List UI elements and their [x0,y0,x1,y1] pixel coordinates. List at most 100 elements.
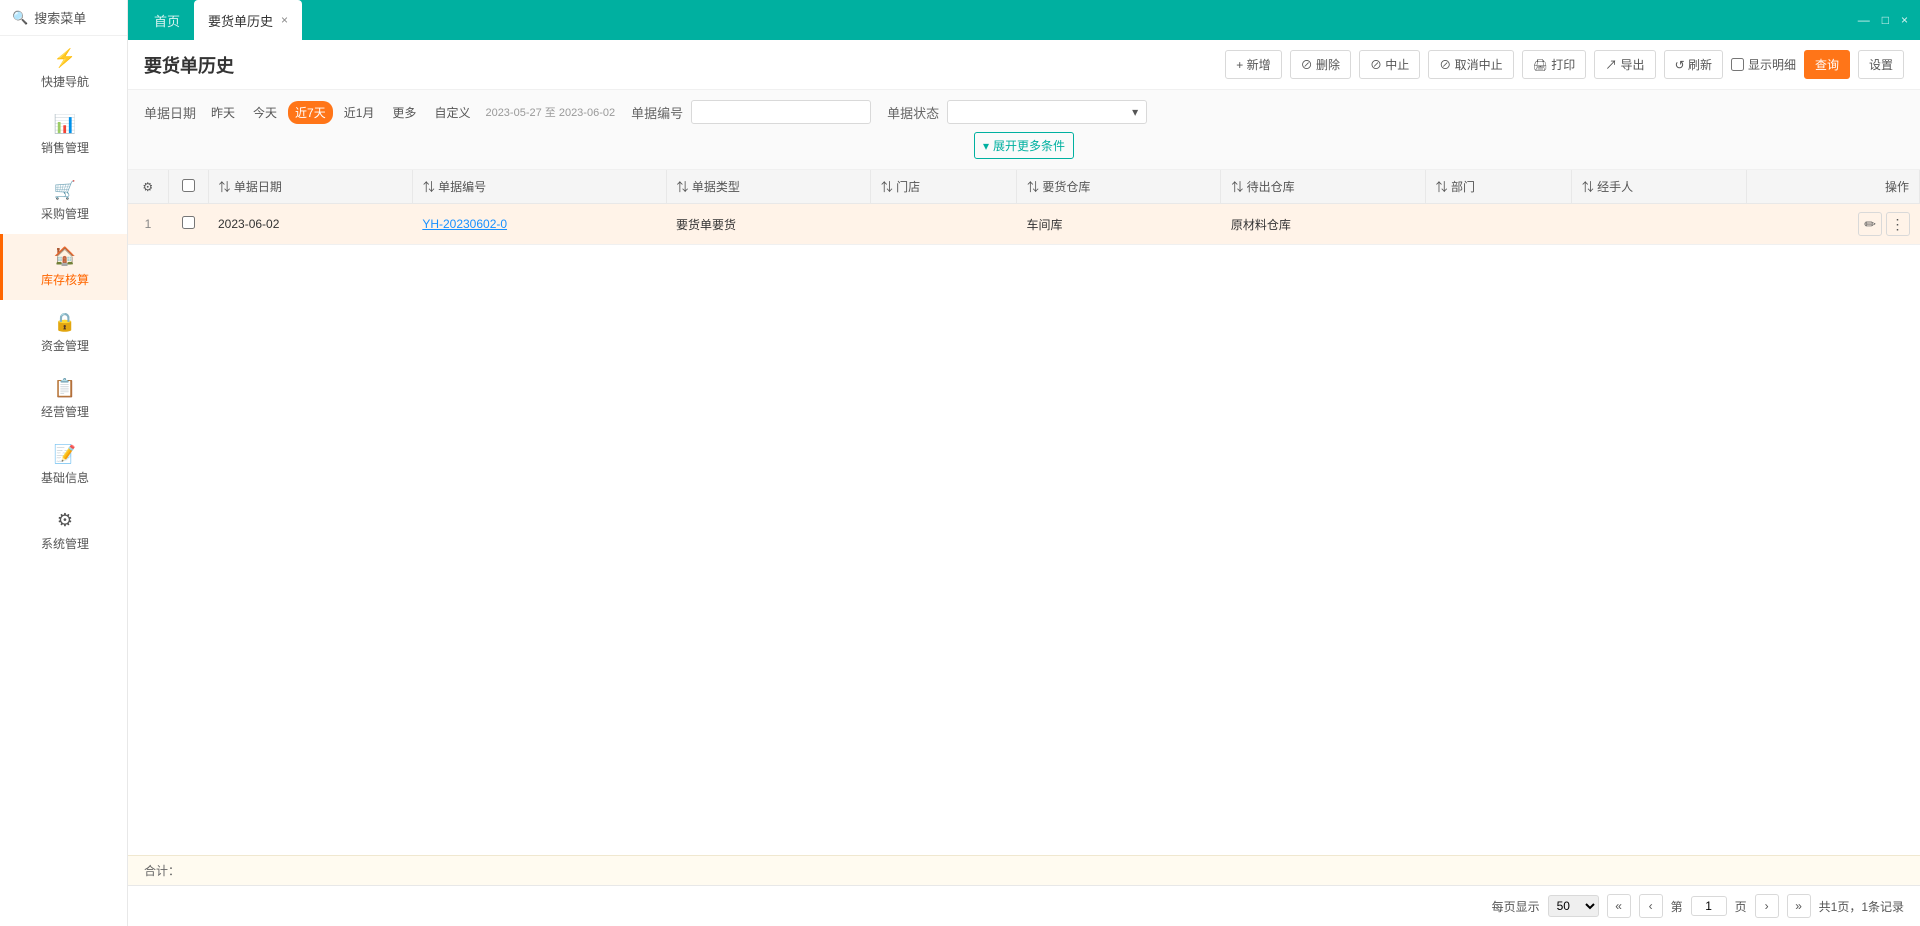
filter-row-2: ▾ 展开更多条件 [144,132,1904,159]
tab-close-btn[interactable]: × [281,13,288,27]
page-number-input[interactable] [1691,896,1727,916]
cancel-stop-button[interactable]: ⊘ 取消中止 [1428,50,1513,79]
nav-icon-sales: 📊 [54,114,76,135]
sidebar-item-basic[interactable]: 📝 基础信息 [0,432,127,498]
date-btn-自定义[interactable]: 自定义 [427,101,477,124]
row-edit-btn[interactable]: ✏ [1858,212,1882,236]
topbar-close-btn[interactable]: × [1901,13,1908,27]
stop-button[interactable]: ⊘ 中止 [1359,50,1420,79]
sidebar-search[interactable]: 🔍 搜索菜单 [0,0,127,36]
export-button[interactable]: ↗ 导出 [1594,50,1655,79]
date-btn-昨天[interactable]: 昨天 [204,101,242,124]
col-header-handler[interactable]: ⇅ 经手人 [1571,170,1746,204]
display-detail-checkbox-label[interactable]: 显示明细 [1731,56,1796,73]
select-all-checkbox[interactable] [182,179,195,192]
col-header-settings: ⚙ [128,170,168,204]
doc-status-label: 单据状态 [887,103,939,122]
first-page-btn[interactable]: « [1607,894,1631,918]
tab-requisition-history[interactable]: 要货单历史 × [194,0,302,40]
expand-more-btn[interactable]: ▾ 展开更多条件 [974,132,1074,159]
nav-icon-quick-nav: ⚡ [54,48,76,69]
last-page-btn[interactable]: » [1787,894,1811,918]
nav-icon-inventory: 🏠 [54,246,76,267]
row-req-warehouse: 车间库 [1017,204,1221,245]
row-handler [1571,204,1746,245]
topbar-minimize-btn[interactable]: — [1858,13,1870,27]
topbar-maximize-btn[interactable]: □ [1882,13,1889,27]
row-department [1425,204,1571,245]
col-header-doc_date[interactable]: ⇅ 单据日期 [208,170,412,204]
doc-no-label: 单据编号 [631,103,683,122]
nav-icon-operation: 📋 [54,378,76,399]
row-more-btn[interactable]: ⋮ [1886,212,1910,236]
next-page-btn[interactable]: › [1755,894,1779,918]
total-info: 共1页，1条记录 [1819,898,1904,915]
sidebar-item-inventory[interactable]: 🏠 库存核算 [0,234,127,300]
row-doc-type: 要货单要货 [666,204,870,245]
sidebar-item-label: 采购管理 [41,205,89,222]
table-area: ⚙ ⇅ 单据日期⇅ 单据编号⇅ 单据类型⇅ 门店⇅ 要货仓库⇅ 待出仓库⇅ 部门⇅… [128,170,1920,855]
col-header-store[interactable]: ⇅ 门店 [870,170,1016,204]
data-table: ⚙ ⇅ 单据日期⇅ 单据编号⇅ 单据类型⇅ 门店⇅ 要货仓库⇅ 待出仓库⇅ 部门⇅… [128,170,1920,245]
col-header-pending_warehouse[interactable]: ⇅ 待出仓库 [1221,170,1425,204]
row-doc-no[interactable]: YH-20230602-0 [412,204,666,245]
topbar-right: — □ × [1858,13,1908,27]
sidebar-item-finance[interactable]: 🔒 资金管理 [0,300,127,366]
display-detail-label: 显示明细 [1748,56,1796,73]
sidebar-item-label: 库存核算 [41,271,89,288]
filter-row-1: 单据日期 昨天今天近7天近1月更多自定义 2023-05-27 至 2023-0… [144,100,1904,124]
col-header-req_warehouse[interactable]: ⇅ 要货仓库 [1017,170,1221,204]
per-page-label: 每页显示 [1492,898,1540,915]
doc-no-link[interactable]: YH-20230602-0 [422,217,507,231]
expand-label: 展开更多条件 [993,137,1065,154]
col-header-doc_type[interactable]: ⇅ 单据类型 [666,170,870,204]
doc-date-label: 单据日期 [144,103,196,122]
delete-button[interactable]: ⊘ 删除 [1290,50,1351,79]
tab-home[interactable]: 首页 [140,0,194,40]
sidebar-item-label: 销售管理 [41,139,89,156]
sidebar-item-system[interactable]: ⚙ 系统管理 [0,498,127,564]
doc-status-select[interactable]: ▾ [947,100,1147,124]
new-button[interactable]: + 新增 [1225,50,1281,79]
row-checkbox[interactable] [168,204,208,245]
row-pending-warehouse: 原材料仓库 [1221,204,1425,245]
row-select-checkbox[interactable] [182,216,195,229]
col-header-doc_no[interactable]: ⇅ 单据编号 [412,170,666,204]
date-btn-今天[interactable]: 今天 [246,101,284,124]
sidebar-item-quick-nav[interactable]: ⚡ 快捷导航 [0,36,127,102]
print-button[interactable]: 🖨 打印 [1522,50,1587,79]
display-detail-checkbox[interactable] [1731,58,1744,71]
table-row: 1 2023-06-02 YH-20230602-0 要货单要货 车间库 原材料… [128,204,1920,245]
search-icon: 🔍 [12,10,28,26]
tab-label: 首页 [154,11,180,30]
sidebar-item-operation[interactable]: 📋 经营管理 [0,366,127,432]
page-title: 要货单历史 [144,52,1217,78]
prev-page-btn[interactable]: ‹ [1639,894,1663,918]
col-header-department[interactable]: ⇅ 部门 [1425,170,1571,204]
nav-icon-basic: 📝 [54,444,76,465]
query-button[interactable]: 查询 [1804,50,1850,79]
filter-area: 单据日期 昨天今天近7天近1月更多自定义 2023-05-27 至 2023-0… [128,90,1920,170]
sidebar: 🔍 搜索菜单 ⚡ 快捷导航📊 销售管理🛒 采购管理🏠 库存核算🔒 资金管理📋 经… [0,0,128,926]
settings-col-icon[interactable]: ⚙ [142,180,153,194]
sidebar-item-label: 快捷导航 [41,73,89,90]
row-index: 1 [128,204,168,245]
footer-total-label: 合计： [144,862,180,879]
table-header: ⚙ ⇅ 单据日期⇅ 单据编号⇅ 单据类型⇅ 门店⇅ 要货仓库⇅ 待出仓库⇅ 部门⇅… [128,170,1920,204]
page-label: 第 [1671,898,1683,915]
sidebar-item-purchase[interactable]: 🛒 采购管理 [0,168,127,234]
pagination: 每页显示 102050100 « ‹ 第 页 › » 共1页，1条记录 [128,885,1920,926]
nav-icon-system: ⚙ [57,510,73,531]
settings-button[interactable]: 设置 [1858,50,1904,79]
doc-no-filter-group: 单据编号 [631,100,871,124]
sidebar-item-label: 资金管理 [41,337,89,354]
date-btn-近7天[interactable]: 近7天 [288,101,333,124]
per-page-select[interactable]: 102050100 [1548,895,1599,917]
tab-label: 要货单历史 [208,11,273,30]
refresh-button[interactable]: ↺ 刷新 [1664,50,1723,79]
sidebar-item-sales[interactable]: 📊 销售管理 [0,102,127,168]
date-btn-更多[interactable]: 更多 [385,101,423,124]
chevron-down-icon: ▾ [1132,105,1138,119]
doc-no-input[interactable] [691,100,871,124]
date-btn-近1月[interactable]: 近1月 [337,101,382,124]
